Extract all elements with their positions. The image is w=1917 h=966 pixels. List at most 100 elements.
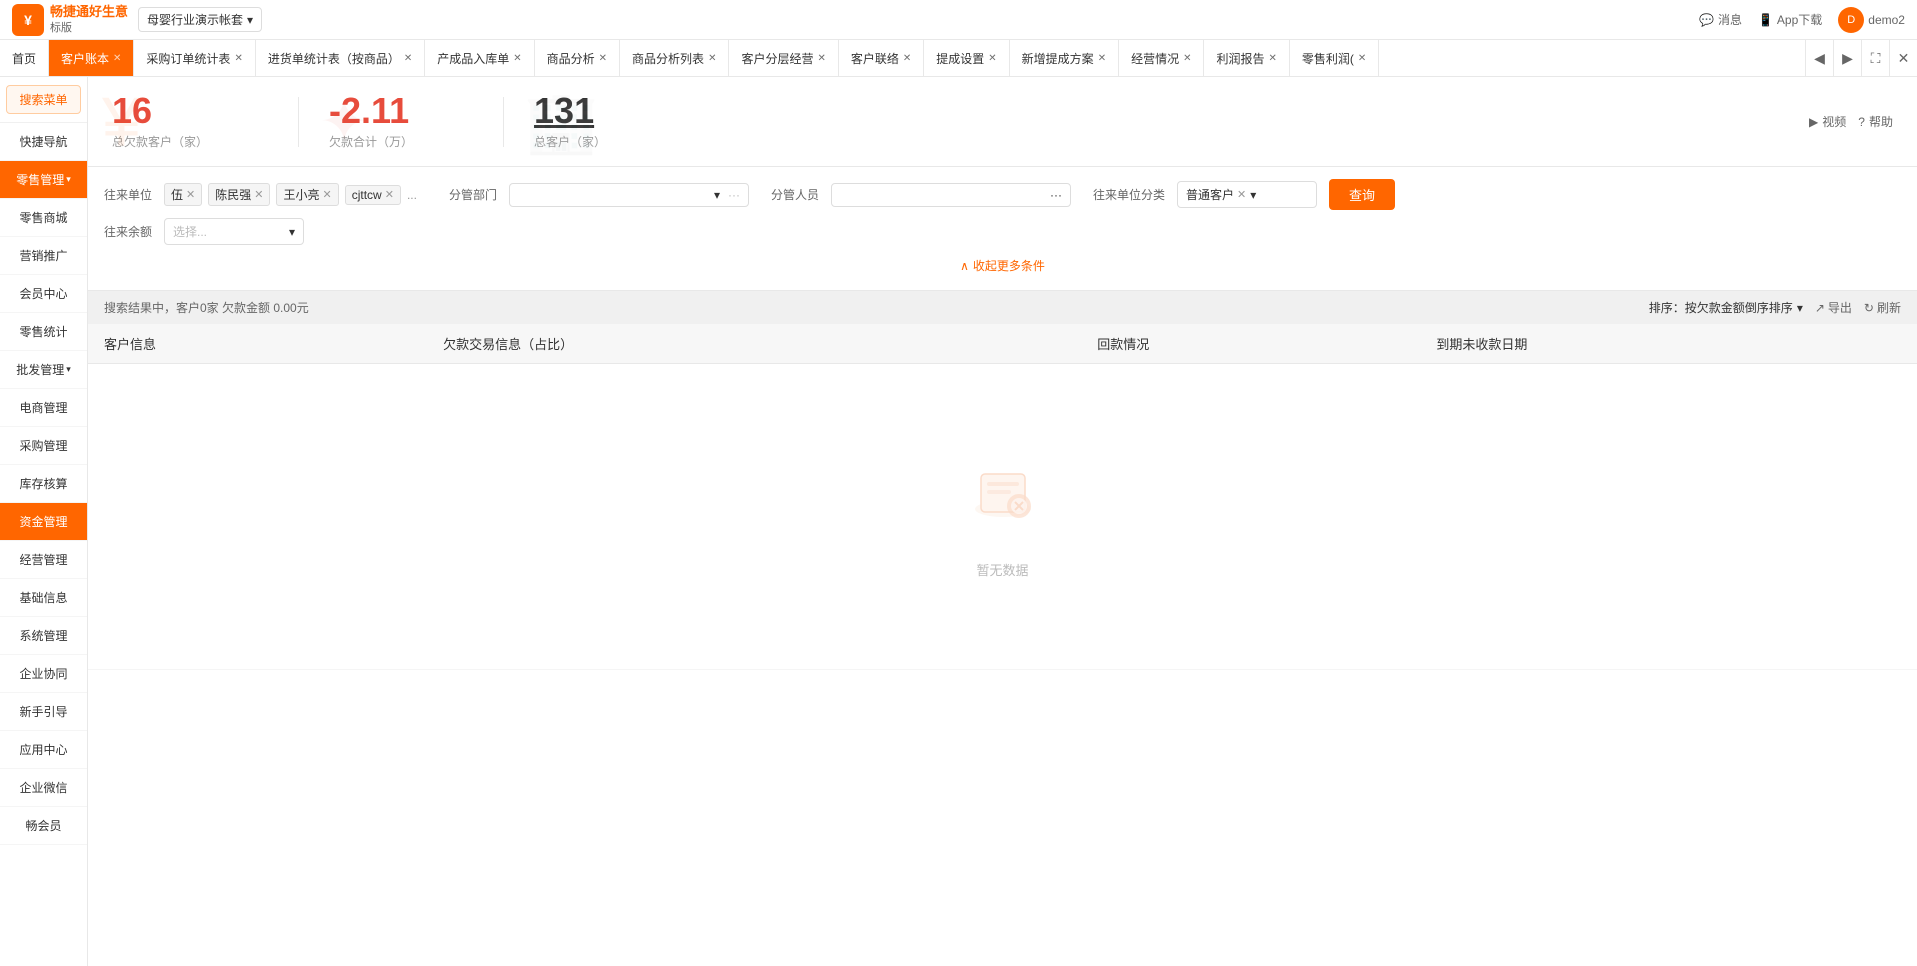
tab-product-warehousing[interactable]: 产成品入库单 ✕ — [425, 40, 534, 76]
tab-goods-analysis-list[interactable]: 商品分析列表 ✕ — [620, 40, 729, 76]
filter-tag-normal-customer: 普通客户 ✕ — [1186, 186, 1246, 203]
logo-icon: ¥ — [12, 4, 44, 36]
close-tab-icon[interactable]: ✕ — [1183, 53, 1191, 64]
remove-tag-wu[interactable]: ✕ — [186, 188, 195, 201]
close-tab-icon[interactable]: ✕ — [708, 53, 716, 64]
close-tab-icon[interactable]: ✕ — [903, 53, 911, 64]
sidebar-item-basic-info[interactable]: 基础信息 — [0, 579, 87, 617]
category-select[interactable]: 普通客户 ✕ ▾ — [1177, 181, 1317, 208]
query-button[interactable]: 查询 — [1329, 179, 1395, 210]
remove-tag-cjttcw[interactable]: ✕ — [385, 188, 394, 201]
filter-tag-wu: 伍 ✕ — [164, 183, 202, 206]
results-summary: 搜索结果中，客户0家 欠款金额 0.00元 — [104, 299, 309, 316]
tab-add-commission[interactable]: 新增提成方案 ✕ — [1010, 40, 1119, 76]
sidebar-item-enterprise-wechat[interactable]: 企业微信 — [0, 769, 87, 807]
dept-select[interactable]: ▾ ··· — [509, 183, 749, 207]
remove-tag-chen[interactable]: ✕ — [254, 188, 263, 201]
top-bar: ¥ 畅捷通好生意 标版 母婴行业演示帐套 ▾ 💬 消息 📱 App下载 D de… — [0, 0, 1917, 40]
refresh-button[interactable]: ↻ 刷新 — [1864, 299, 1901, 316]
search-menu-button[interactable]: 搜索菜单 — [6, 85, 81, 114]
top-right-actions: 💬 消息 📱 App下载 D demo2 — [1699, 7, 1905, 33]
download-icon: 📱 — [1758, 13, 1773, 27]
remove-category-tag[interactable]: ✕ — [1237, 188, 1246, 201]
user-avatar[interactable]: D demo2 — [1838, 7, 1905, 33]
more-tags-button[interactable]: ... — [407, 188, 417, 202]
content-area: ¥ 16 总欠款客户（家） ✦ -2.11 欠款合计（万） 🏢 131 总客户（… — [88, 77, 1917, 966]
results-actions: 排序：按欠款金额倒序排序 ▾ ↗ 导出 ↻ 刷新 — [1649, 299, 1901, 316]
empty-text: 暂无数据 — [976, 560, 1028, 579]
tab-goods-analysis[interactable]: 商品分析 ✕ — [535, 40, 620, 76]
sidebar-item-chang-member[interactable]: 畅会员 — [0, 807, 87, 845]
sidebar-item-enterprise-collab[interactable]: 企业协同 — [0, 655, 87, 693]
store-selector[interactable]: 母婴行业演示帐套 ▾ — [138, 7, 262, 32]
nav-next-button[interactable]: ▶ — [1833, 40, 1861, 76]
sidebar-item-ecommerce-mgmt[interactable]: 电商管理 — [0, 389, 87, 427]
message-button[interactable]: 💬 消息 — [1699, 11, 1742, 28]
close-tab-icon[interactable]: ✕ — [1269, 53, 1277, 64]
filter-row-1: 往来单位 伍 ✕ 陈民强 ✕ 王小亮 ✕ cjttcw — [104, 179, 1901, 210]
sidebar: 搜索菜单 快捷导航 零售管理 ▾ 零售商城 营销推广 会员中心 零售统计 批发管… — [0, 77, 88, 966]
chevron-down-icon: ▾ — [1250, 188, 1256, 202]
tab-home[interactable]: 首页 — [0, 40, 49, 76]
sidebar-item-wholesale-mgmt[interactable]: 批发管理 ▾ — [0, 351, 87, 389]
sidebar-item-ops-mgmt[interactable]: 经营管理 — [0, 541, 87, 579]
data-table: 客户信息 欠款交易信息（占比） 回款情况 到期未收款日期 — [88, 324, 1917, 670]
tab-customer-tier[interactable]: 客户分层经营 ✕ — [729, 40, 838, 76]
sidebar-item-retail-mgmt[interactable]: 零售管理 ▾ — [0, 161, 87, 199]
sidebar-item-app-center[interactable]: 应用中心 — [0, 731, 87, 769]
nav-restore-button[interactable]: ✕ — [1889, 40, 1917, 76]
close-tab-icon[interactable]: ✕ — [404, 53, 412, 64]
tab-purchase-item-stats[interactable]: 进货单统计表（按商品） ✕ — [256, 40, 425, 76]
sidebar-item-quick-nav[interactable]: 快捷导航 — [0, 123, 87, 161]
empty-icon — [963, 454, 1043, 548]
sidebar-item-inventory[interactable]: 库存核算 — [0, 465, 87, 503]
close-tab-icon[interactable]: ✕ — [599, 53, 607, 64]
tab-operations[interactable]: 经营情况 ✕ — [1119, 40, 1204, 76]
sidebar-item-sys-mgmt[interactable]: 系统管理 — [0, 617, 87, 655]
remove-tag-wang[interactable]: ✕ — [323, 188, 332, 201]
close-tab-icon[interactable]: ✕ — [1358, 53, 1366, 64]
close-tab-icon[interactable]: ✕ — [234, 53, 242, 64]
tab-commission-settings[interactable]: 提成设置 ✕ — [924, 40, 1009, 76]
collapse-row: ∧ 收起更多条件 — [104, 253, 1901, 278]
filter-tags-company: 伍 ✕ 陈民强 ✕ 王小亮 ✕ cjttcw ✕ ... — [164, 183, 417, 206]
chevron-down-icon: ··· — [1050, 188, 1062, 202]
sort-selector[interactable]: 排序：按欠款金额倒序排序 ▾ — [1649, 299, 1803, 316]
close-tab-icon[interactable]: ✕ — [1098, 53, 1106, 64]
sidebar-item-retail-mall[interactable]: 零售商城 — [0, 199, 87, 237]
close-tab-icon[interactable]: ✕ — [988, 53, 996, 64]
sidebar-item-newbie-guide[interactable]: 新手引导 — [0, 693, 87, 731]
nav-prev-button[interactable]: ◀ — [1805, 40, 1833, 76]
dept-filter-label: 分管部门 — [449, 186, 497, 203]
chevron-up-icon: ∧ — [960, 259, 969, 273]
sidebar-item-retail-stats[interactable]: 零售统计 — [0, 313, 87, 351]
category-filter-label: 往来单位分类 — [1093, 186, 1165, 203]
sidebar-item-marketing[interactable]: 营销推广 — [0, 237, 87, 275]
nav-maximize-button[interactable]: ⛶ — [1861, 40, 1889, 76]
sidebar-search-area: 搜索菜单 — [0, 77, 87, 123]
tab-profit-report[interactable]: 利润报告 ✕ — [1204, 40, 1289, 76]
export-button[interactable]: ↗ 导出 — [1815, 299, 1852, 316]
tab-retail-profit[interactable]: 零售利润( ✕ — [1290, 40, 1379, 76]
person-select[interactable]: ··· — [831, 183, 1071, 207]
tab-customer-contact[interactable]: 客户联络 ✕ — [839, 40, 924, 76]
sidebar-item-member-center[interactable]: 会员中心 — [0, 275, 87, 313]
app-download-button[interactable]: 📱 App下载 — [1758, 11, 1822, 28]
close-tab-icon[interactable]: ✕ — [817, 53, 825, 64]
collapse-button[interactable]: ∧ 收起更多条件 — [960, 257, 1045, 274]
close-tab-icon[interactable]: ✕ — [513, 53, 521, 64]
help-button[interactable]: ? 帮助 — [1858, 113, 1893, 130]
video-help-button[interactable]: ▶ 视频 — [1809, 113, 1846, 130]
logo-text: 畅捷通好生意 标版 — [50, 4, 128, 35]
sidebar-item-finance-mgmt[interactable]: 资金管理 — [0, 503, 87, 541]
close-tab-icon[interactable]: ✕ — [113, 53, 121, 64]
tab-customer-ledger[interactable]: 客户账本 ✕ — [49, 40, 134, 76]
main-layout: 搜索菜单 快捷导航 零售管理 ▾ 零售商城 营销推广 会员中心 零售统计 批发管… — [0, 77, 1917, 966]
chevron-down-icon: ▾ — [714, 188, 720, 202]
balance-select[interactable]: 选择... ▾ — [164, 218, 304, 245]
sidebar-item-purchase-mgmt[interactable]: 采购管理 — [0, 427, 87, 465]
filter-row-2: 往来余额 选择... ▾ — [104, 218, 1901, 245]
tab-purchase-stats[interactable]: 采购订单统计表 ✕ — [134, 40, 255, 76]
chevron-down-icon: ▾ — [1797, 301, 1803, 315]
video-icon: ▶ — [1809, 115, 1818, 129]
